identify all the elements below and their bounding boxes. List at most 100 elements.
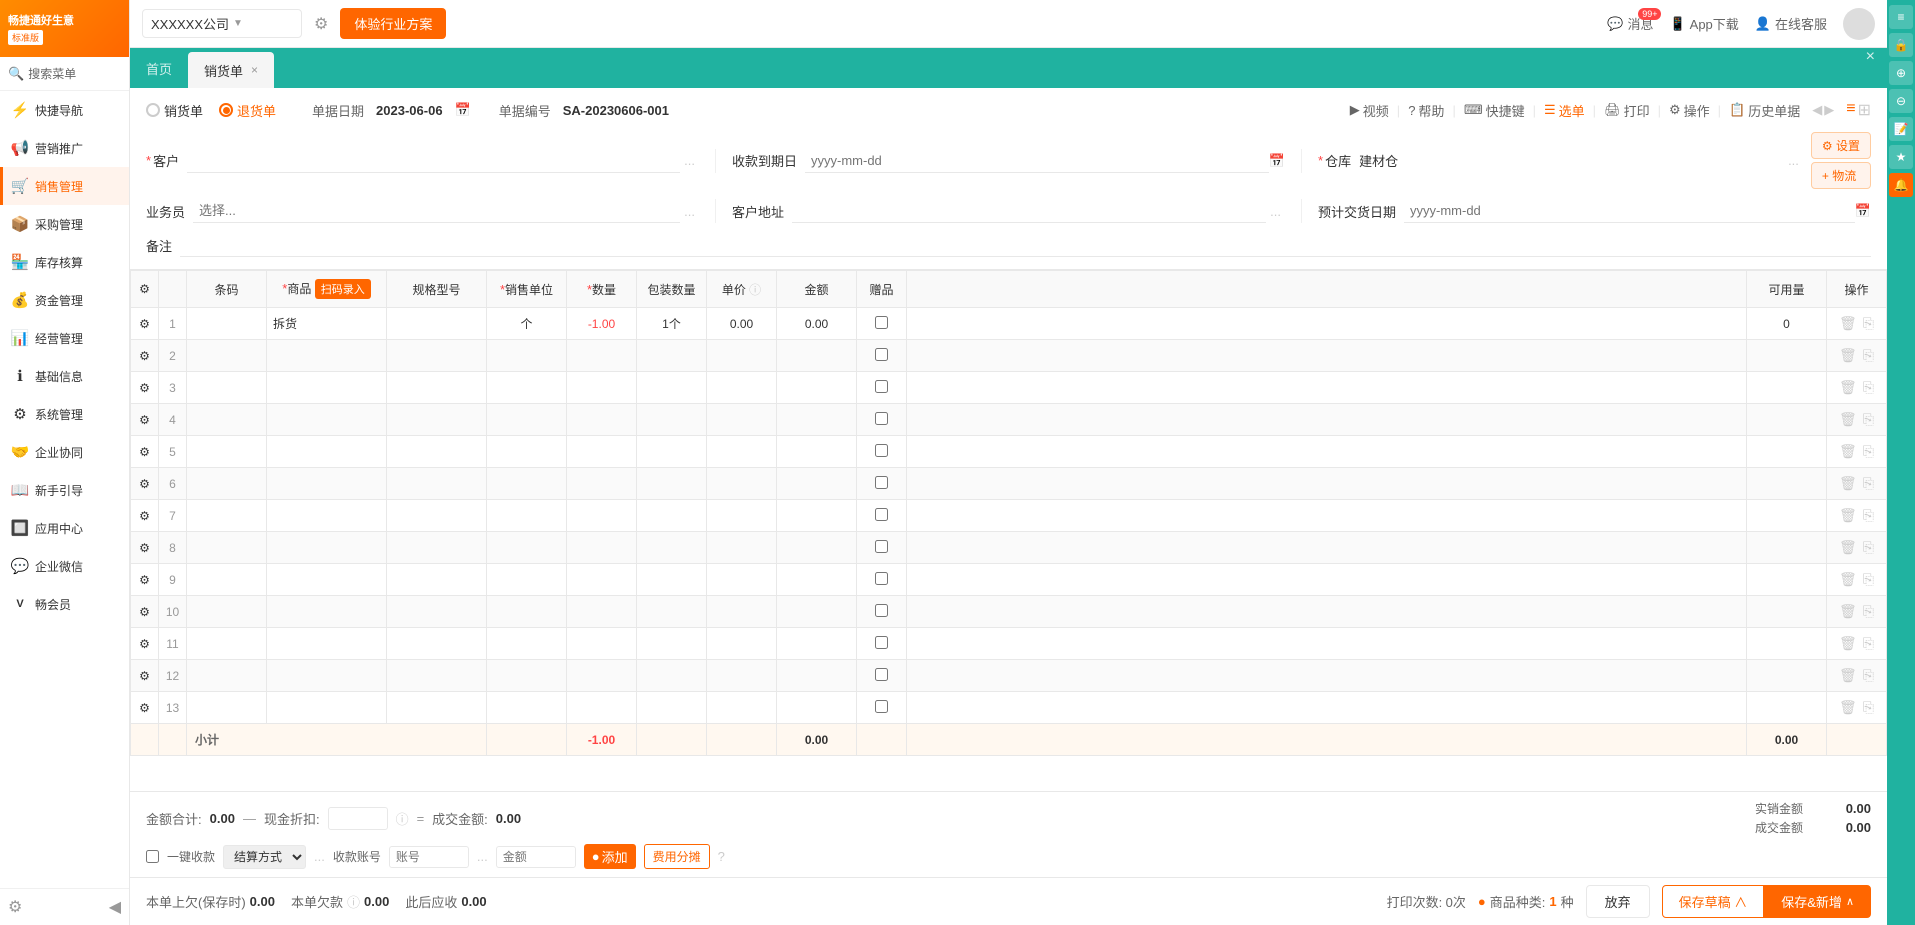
row-gift-3[interactable] (857, 404, 907, 436)
row-price-10[interactable] (707, 628, 777, 660)
row-copy-icon-8[interactable]: ⎘ (1863, 571, 1874, 588)
product-type-radio-icon[interactable]: ● (1478, 894, 1486, 909)
sidebar-settings-icon[interactable]: ⚙ (8, 897, 22, 917)
row-qty-9[interactable] (567, 596, 637, 628)
row-gift-0[interactable] (857, 308, 907, 340)
right-panel-btn-1[interactable]: ≡ (1889, 5, 1913, 29)
expected-date-calendar-icon[interactable]: 📅 (1855, 203, 1871, 219)
row-amount-0[interactable]: 0.00 (777, 308, 857, 340)
row-gift-11[interactable] (857, 660, 907, 692)
tab-sales-order[interactable]: 销货单 × (188, 52, 274, 88)
row-pkg-1[interactable] (637, 340, 707, 372)
row-unit-9[interactable] (487, 596, 567, 628)
row-pkg-9[interactable] (637, 596, 707, 628)
right-panel-btn-7[interactable]: 🔔 (1889, 173, 1913, 197)
row-amount-4[interactable] (777, 436, 857, 468)
row-barcode-9[interactable] (187, 596, 267, 628)
row-unit-7[interactable] (487, 532, 567, 564)
row-unit-0[interactable]: 个 (487, 308, 567, 340)
row-amount-5[interactable] (777, 468, 857, 500)
warehouse-dots-btn[interactable]: ... (1784, 153, 1803, 168)
row-amount-6[interactable] (777, 500, 857, 532)
row-settings-6[interactable]: ⚙ (131, 500, 159, 532)
price-info-icon[interactable]: ⓘ (749, 283, 761, 297)
add-payment-btn[interactable]: ● 添加 (584, 844, 636, 869)
row-barcode-11[interactable] (187, 660, 267, 692)
one-click-payment-checkbox[interactable] (146, 850, 159, 863)
row-pkg-6[interactable] (637, 500, 707, 532)
row-spec-3[interactable] (387, 404, 487, 436)
row-amount-1[interactable] (777, 340, 857, 372)
close-all-tabs-btn[interactable]: × (1854, 48, 1887, 88)
row-delete-icon-0[interactable]: 🗑 (1839, 315, 1857, 332)
row-product-12[interactable] (267, 692, 387, 724)
row-amount-7[interactable] (777, 532, 857, 564)
video-help-btn[interactable]: ▶ 视频 (1350, 101, 1389, 120)
sidebar-item-inventory[interactable]: 🏪 库存核算 (0, 243, 129, 281)
row-amount-10[interactable] (777, 628, 857, 660)
row-copy-icon-0[interactable]: ⎘ (1863, 315, 1874, 332)
row-gift-9[interactable] (857, 596, 907, 628)
row-product-3[interactable] (267, 404, 387, 436)
row-barcode-1[interactable] (187, 340, 267, 372)
row-settings-8[interactable]: ⚙ (131, 564, 159, 596)
row-product-8[interactable] (267, 564, 387, 596)
row-copy-icon-11[interactable]: ⎘ (1863, 667, 1874, 684)
row-settings-3[interactable]: ⚙ (131, 404, 159, 436)
row-gift-2[interactable] (857, 372, 907, 404)
row-pkg-5[interactable] (637, 468, 707, 500)
row-pkg-12[interactable] (637, 692, 707, 724)
topbar-gear-icon[interactable]: ⚙ (314, 14, 328, 34)
grid-view-icon[interactable]: ⊞ (1858, 100, 1871, 120)
salesperson-dots-btn[interactable]: ... (680, 204, 699, 219)
row-pkg-8[interactable] (637, 564, 707, 596)
row-copy-icon-7[interactable]: ⎘ (1863, 539, 1874, 556)
sidebar-collapse-icon[interactable]: ◀ (109, 897, 121, 917)
sidebar-item-app[interactable]: 🔲 应用中心 (0, 509, 129, 547)
row-spec-12[interactable] (387, 692, 487, 724)
row-settings-7[interactable]: ⚙ (131, 532, 159, 564)
row-unit-5[interactable] (487, 468, 567, 500)
row-price-0[interactable]: 0.00 (707, 308, 777, 340)
filter-btn[interactable]: ☰ 选单 (1544, 101, 1585, 120)
row-unit-1[interactable] (487, 340, 567, 372)
row-spec-4[interactable] (387, 436, 487, 468)
row-settings-2[interactable]: ⚙ (131, 372, 159, 404)
row-pkg-0[interactable]: 1个 (637, 308, 707, 340)
row-copy-icon-5[interactable]: ⎘ (1863, 475, 1874, 492)
row-copy-icon-6[interactable]: ⎘ (1863, 507, 1874, 524)
row-product-2[interactable] (267, 372, 387, 404)
row-pkg-3[interactable] (637, 404, 707, 436)
row-delete-icon-7[interactable]: 🗑 (1839, 539, 1857, 556)
row-copy-icon-12[interactable]: ⎘ (1863, 699, 1874, 716)
row-product-0[interactable]: 拆货 (267, 308, 387, 340)
save-draft-btn[interactable]: 保存草稿 ∧ (1662, 885, 1765, 918)
right-panel-btn-5[interactable]: 📝 (1889, 117, 1913, 141)
expense-help-icon[interactable]: ? (718, 849, 725, 864)
right-panel-btn-4[interactable]: ⊖ (1889, 89, 1913, 113)
sidebar-item-guide[interactable]: 📖 新手引导 (0, 471, 129, 509)
salesperson-input[interactable] (193, 199, 680, 223)
row-spec-5[interactable] (387, 468, 487, 500)
radio-sales-order[interactable]: 销货单 (146, 101, 203, 120)
row-pkg-11[interactable] (637, 660, 707, 692)
row-unit-6[interactable] (487, 500, 567, 532)
due-date-calendar-icon[interactable]: 📅 (1269, 153, 1285, 169)
row-product-5[interactable] (267, 468, 387, 500)
row-gift-1[interactable] (857, 340, 907, 372)
row-product-9[interactable] (267, 596, 387, 628)
sidebar-item-wechat[interactable]: 💬 企业微信 (0, 547, 129, 585)
row-spec-11[interactable] (387, 660, 487, 692)
row-pkg-2[interactable] (637, 372, 707, 404)
history-btn[interactable]: 📋 历史单据 (1729, 101, 1800, 120)
sidebar-item-management[interactable]: 📊 经营管理 (0, 319, 129, 357)
row-price-9[interactable] (707, 596, 777, 628)
row-copy-icon-4[interactable]: ⎘ (1863, 443, 1874, 460)
trial-btn[interactable]: 体验行业方案 (340, 8, 446, 39)
row-price-11[interactable] (707, 660, 777, 692)
row-delete-icon-11[interactable]: 🗑 (1839, 667, 1857, 684)
message-btn[interactable]: 💬 消息 99+ (1607, 14, 1653, 33)
next-record-icon[interactable]: ▶ (1824, 102, 1834, 118)
row-price-6[interactable] (707, 500, 777, 532)
row-gift-7[interactable] (857, 532, 907, 564)
